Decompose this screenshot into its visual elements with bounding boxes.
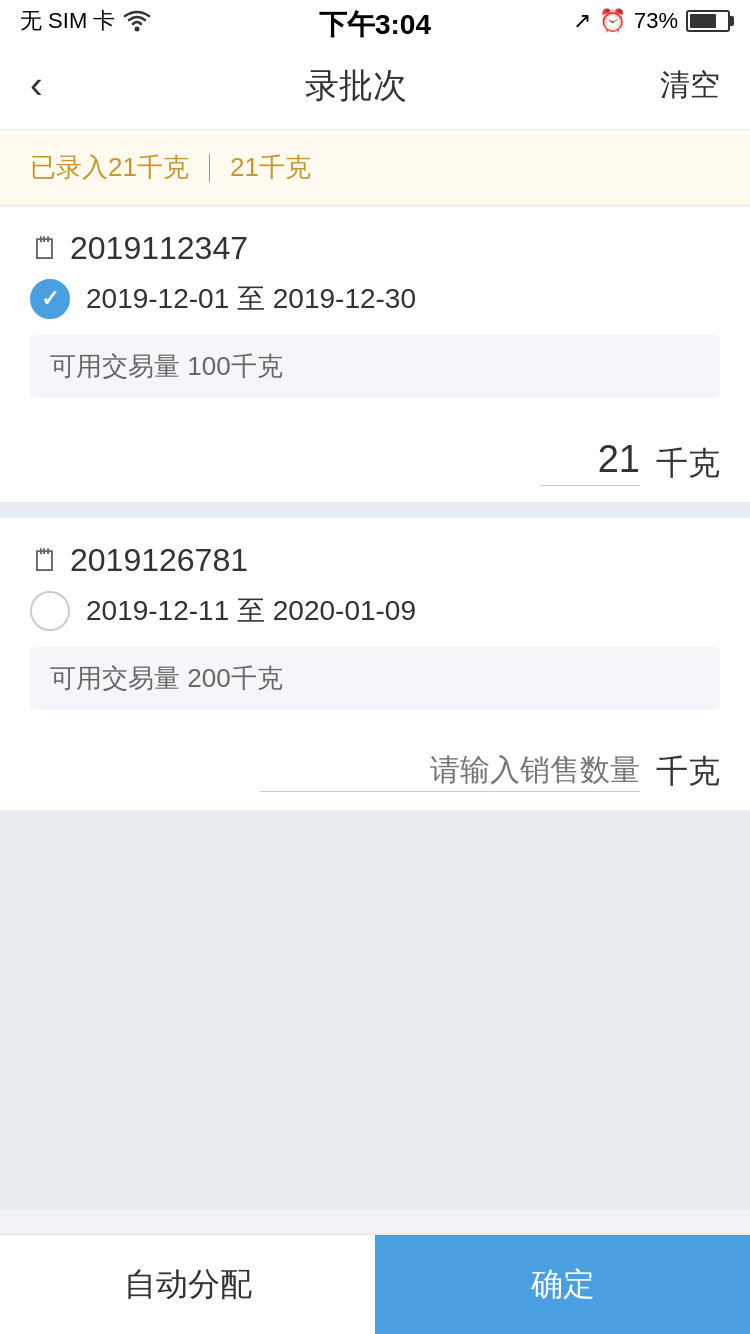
auto-distribute-button[interactable]: 自动分配 (0, 1235, 375, 1334)
batch2-date-row[interactable]: 2019-12-11 至 2020-01-09 (30, 591, 720, 631)
batch1-quantity-row: 21 千克 (0, 418, 750, 502)
status-right: ↗ ⏰ 73% (573, 8, 730, 34)
back-button[interactable]: ‹ (20, 54, 53, 117)
status-bar: 无 SIM 卡 下午3:04 ↗ ⏰ 73% (0, 0, 750, 42)
batch1-header: 🗒 2019112347 (30, 230, 720, 267)
bottom-bar: 自动分配 确定 (0, 1234, 750, 1334)
batch1-radio[interactable] (30, 279, 70, 319)
batch1-quantity-value: 21 (598, 438, 640, 480)
batch2-available: 可用交易量 200千克 (30, 647, 720, 710)
batch2-id: 2019126781 (70, 542, 248, 579)
batch1-quantity-underline: 21 (540, 438, 640, 486)
svg-point-0 (135, 27, 140, 32)
batch2-input-row: 千克 (0, 730, 750, 810)
batch2-doc-icon: 🗒 (30, 544, 60, 578)
batch2-radio[interactable] (30, 591, 70, 631)
batch1-doc-icon: 🗒 (30, 232, 60, 266)
status-time: 下午3:04 (319, 6, 431, 44)
batch1-id: 2019112347 (70, 230, 248, 267)
empty-area (0, 810, 750, 1210)
nav-bar: ‹ 录批次 清空 (0, 42, 750, 130)
batch1-date: 2019-12-01 至 2019-12-30 (86, 280, 416, 318)
batch1-date-row[interactable]: 2019-12-01 至 2019-12-30 (30, 279, 720, 319)
batch2-header: 🗒 2019126781 (30, 542, 720, 579)
batch2-date: 2019-12-11 至 2020-01-09 (86, 592, 416, 630)
batch1-unit: 千克 (656, 442, 720, 486)
batch1-available: 可用交易量 100千克 (30, 335, 720, 398)
banner-divider (209, 154, 210, 182)
batch2-unit: 千克 (656, 750, 720, 794)
clear-button[interactable]: 清空 (660, 65, 720, 106)
section-divider (0, 502, 750, 518)
batch2-quantity-input[interactable] (260, 753, 640, 792)
page-title: 录批次 (305, 63, 407, 109)
info-banner: 已录入21千克 21千克 (0, 130, 750, 206)
recorded-label: 已录入21千克 (30, 150, 189, 185)
confirm-button[interactable]: 确定 (375, 1235, 750, 1334)
battery-percent: 73% (634, 8, 678, 34)
status-left: 无 SIM 卡 (20, 6, 151, 36)
recorded-value: 21千克 (230, 150, 311, 185)
alarm-icon: ⏰ (599, 8, 626, 34)
battery-icon (686, 10, 730, 32)
batch-item-2: 🗒 2019126781 2019-12-11 至 2020-01-09 可用交… (0, 518, 750, 730)
wifi-icon (123, 10, 151, 32)
location-icon: ↗ (573, 8, 591, 34)
carrier-text: 无 SIM 卡 (20, 6, 115, 36)
batch-item-1: 🗒 2019112347 2019-12-01 至 2019-12-30 可用交… (0, 206, 750, 418)
